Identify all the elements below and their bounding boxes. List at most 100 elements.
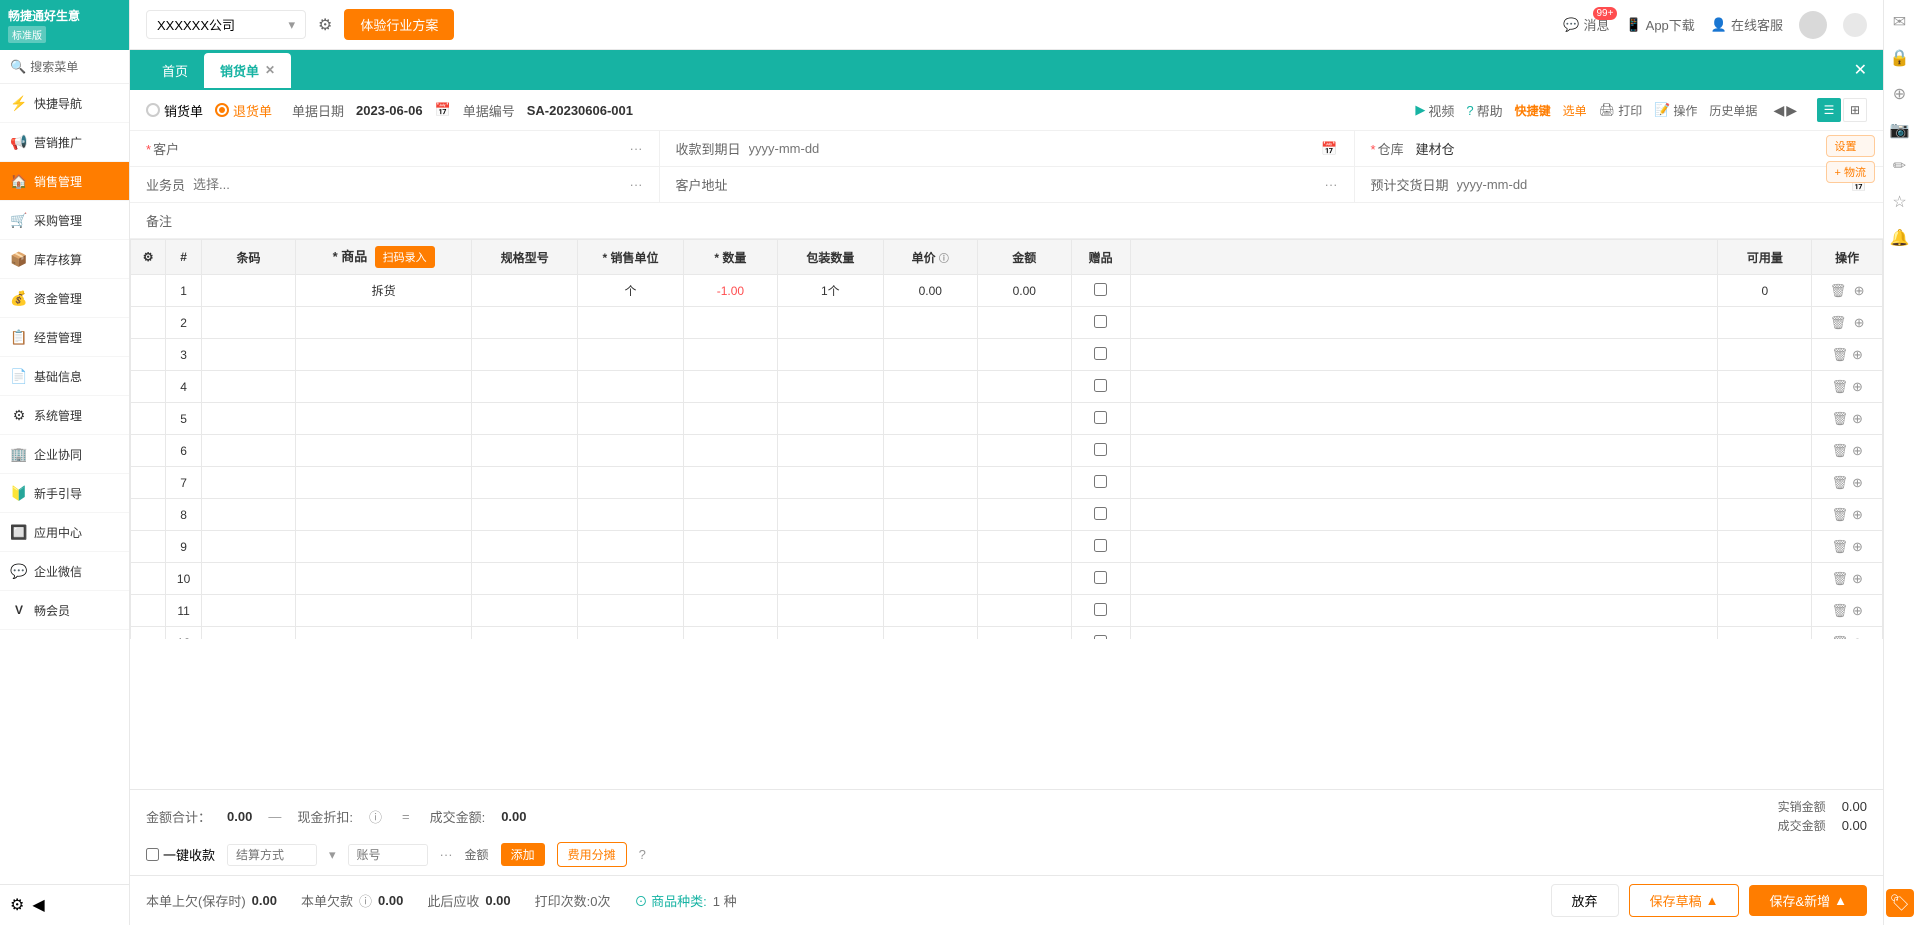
remarks-input[interactable]: [180, 213, 1867, 228]
settings-icon[interactable]: ⚙: [10, 895, 24, 915]
gift-checkbox-2[interactable]: [1094, 315, 1107, 328]
sidebar-item-member[interactable]: V 畅会员: [0, 591, 129, 630]
avatar[interactable]: [1799, 11, 1827, 39]
right-message-icon[interactable]: ✉: [1886, 8, 1914, 36]
sidebar-item-wechat[interactable]: 💬 企业微信: [0, 552, 129, 591]
avatar2[interactable]: [1843, 13, 1867, 37]
setup-btn[interactable]: 设置: [1826, 135, 1875, 157]
collect-check[interactable]: [146, 848, 159, 861]
add-button[interactable]: 添加: [501, 843, 545, 866]
sidebar-item-basic[interactable]: 📄 基础信息: [0, 357, 129, 396]
ops-btn[interactable]: 📝操作: [1654, 102, 1697, 119]
trial-button[interactable]: 体验行业方案: [344, 9, 454, 40]
gift-checkbox-12[interactable]: [1094, 635, 1107, 640]
delete-icon-4[interactable]: 🗑: [1831, 379, 1848, 394]
copy-icon-8[interactable]: ⊕: [1852, 507, 1863, 522]
copy-icon-1[interactable]: ⊕: [1854, 283, 1865, 298]
sidebar-item-enterprise[interactable]: 🏢 企业协同: [0, 435, 129, 474]
account-input[interactable]: [348, 844, 428, 866]
history-btn[interactable]: 历史单据: [1709, 102, 1757, 119]
gift-checkbox-10[interactable]: [1094, 571, 1107, 584]
right-orange-icon[interactable]: 🏷: [1886, 889, 1914, 917]
customer-input[interactable]: [187, 141, 621, 156]
addr-dots[interactable]: ···: [1325, 177, 1338, 192]
grid-view-btn[interactable]: ⊞: [1843, 98, 1867, 122]
tab-sales-order[interactable]: 销货单 ✕: [204, 53, 291, 88]
settle-method-input[interactable]: [227, 844, 317, 866]
account-dots[interactable]: ···: [440, 847, 453, 862]
delete-icon-2[interactable]: 🗑: [1830, 315, 1847, 330]
list-view-btn[interactable]: ☰: [1817, 98, 1841, 122]
scan-button[interactable]: 扫码录入: [375, 246, 435, 268]
tab-close-icon[interactable]: ✕: [265, 63, 275, 77]
copy-icon-3[interactable]: ⊕: [1852, 347, 1863, 362]
sidebar-item-newbie[interactable]: 🔰 新手引导: [0, 474, 129, 513]
copy-icon-2[interactable]: ⊕: [1854, 315, 1865, 330]
next-icon[interactable]: ▶: [1786, 102, 1797, 119]
delete-icon-6[interactable]: 🗑: [1831, 443, 1848, 458]
radio-sale[interactable]: 销货单: [146, 101, 203, 120]
video-btn[interactable]: ▶视频: [1415, 101, 1454, 120]
app-download-button[interactable]: 📱 App下载: [1625, 15, 1694, 34]
delete-icon-7[interactable]: 🗑: [1831, 475, 1848, 490]
radio-return[interactable]: 退货单: [215, 101, 272, 120]
sidebar-item-quick-nav[interactable]: ⚡ 快捷导航: [0, 84, 129, 123]
copy-icon-11[interactable]: ⊕: [1852, 603, 1863, 618]
delivery-input[interactable]: [1457, 177, 1843, 192]
copy-icon-5[interactable]: ⊕: [1852, 411, 1863, 426]
fee-help-icon[interactable]: ?: [639, 847, 646, 862]
draft-button[interactable]: 保存草稿 ▲: [1629, 884, 1740, 917]
right-edit-icon[interactable]: ✏: [1886, 152, 1914, 180]
right-add-icon[interactable]: ⊕: [1886, 80, 1914, 108]
copy-icon-9[interactable]: ⊕: [1852, 539, 1863, 554]
online-service-button[interactable]: 👤 在线客服: [1711, 15, 1783, 34]
payment-due-input[interactable]: [749, 141, 1314, 156]
col-settings[interactable]: ⚙: [131, 240, 166, 275]
tab-home[interactable]: 首页: [146, 53, 204, 88]
sidebar-item-sales[interactable]: 🏠 销售管理: [0, 162, 129, 201]
delete-icon-8[interactable]: 🗑: [1831, 507, 1848, 522]
sidebar-item-system[interactable]: ⚙ 系统管理: [0, 396, 129, 435]
right-camera-icon[interactable]: 📷: [1886, 116, 1914, 144]
payment-calendar-icon[interactable]: 📅: [1321, 141, 1337, 157]
sidebar-item-marketing[interactable]: 📢 营销推广: [0, 123, 129, 162]
customer-addr-input[interactable]: [736, 177, 1317, 192]
copy-icon-6[interactable]: ⊕: [1852, 443, 1863, 458]
settle-dropdown-icon[interactable]: ▾: [329, 847, 336, 863]
search-menu[interactable]: 🔍 搜索菜单: [0, 50, 129, 84]
help-circle-icon[interactable]: ⓘ: [369, 807, 382, 826]
delete-icon-11[interactable]: 🗑: [1831, 603, 1848, 618]
logistics-btn[interactable]: + 物流: [1826, 161, 1875, 183]
gift-checkbox-4[interactable]: [1094, 379, 1107, 392]
copy-icon-4[interactable]: ⊕: [1852, 379, 1863, 394]
right-star-icon[interactable]: ☆: [1886, 188, 1914, 216]
gift-checkbox-5[interactable]: [1094, 411, 1107, 424]
delete-icon-3[interactable]: 🗑: [1831, 347, 1848, 362]
customer-dots[interactable]: ···: [630, 141, 643, 156]
message-button[interactable]: 💬 消息 99+: [1563, 15, 1609, 34]
collapse-icon[interactable]: ◀: [32, 895, 44, 915]
sidebar-item-inventory[interactable]: 📦 库存核算: [0, 240, 129, 279]
delete-icon-12[interactable]: 🗑: [1831, 635, 1848, 640]
sidebar-item-operations[interactable]: 📋 经营管理: [0, 318, 129, 357]
discard-button[interactable]: 放弃: [1551, 884, 1619, 917]
save-new-button[interactable]: 保存&新增 ▲: [1749, 885, 1867, 916]
gift-checkbox-3[interactable]: [1094, 347, 1107, 360]
copy-icon-7[interactable]: ⊕: [1852, 475, 1863, 490]
copy-icon-12[interactable]: ⊕: [1852, 635, 1863, 640]
salesperson-input[interactable]: [193, 177, 621, 192]
gift-checkbox-9[interactable]: [1094, 539, 1107, 552]
expense-split-btn[interactable]: 费用分摊: [557, 842, 627, 867]
calendar-icon[interactable]: 📅: [435, 102, 451, 118]
right-bell-icon[interactable]: 🔔: [1886, 224, 1914, 252]
gift-checkbox-1[interactable]: [1094, 283, 1107, 296]
gift-checkbox-8[interactable]: [1094, 507, 1107, 520]
sidebar-item-capital[interactable]: 💰 资金管理: [0, 279, 129, 318]
copy-icon-10[interactable]: ⊕: [1852, 571, 1863, 586]
delete-icon-9[interactable]: 🗑: [1831, 539, 1848, 554]
salesperson-dots[interactable]: ···: [630, 177, 643, 192]
sidebar-item-appstore[interactable]: 🔲 应用中心: [0, 513, 129, 552]
owed-help-icon[interactable]: ⓘ: [359, 891, 372, 910]
print-btn[interactable]: 🖨打印: [1599, 102, 1643, 119]
sidebar-item-purchase[interactable]: 🛒 采购管理: [0, 201, 129, 240]
